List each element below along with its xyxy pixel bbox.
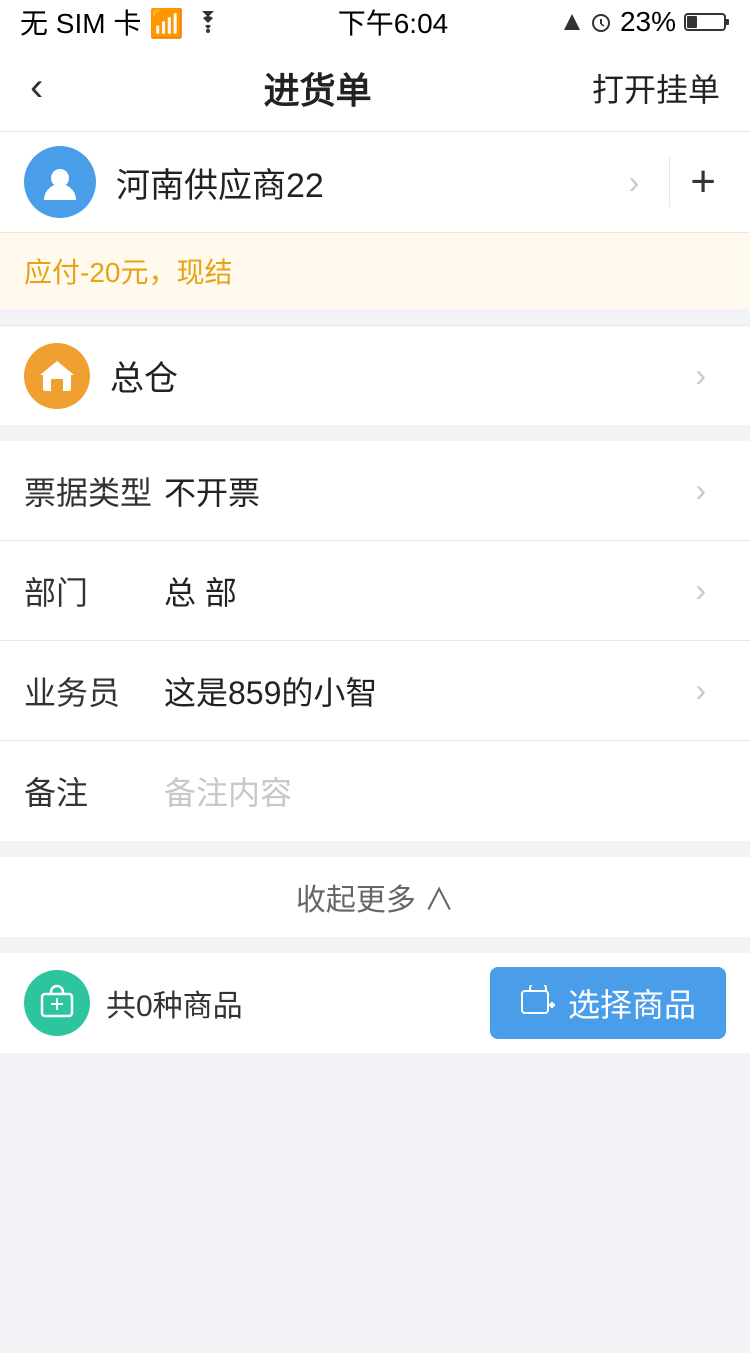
- divider: [669, 157, 670, 207]
- bottom-bar: 共0种商品 选择商品: [0, 953, 750, 1053]
- collapse-button[interactable]: 收起更多 ∧: [0, 857, 750, 937]
- supplier-row[interactable]: 河南供应商22 › +: [0, 132, 750, 232]
- remark-row[interactable]: 备注 备注内容: [0, 741, 750, 841]
- invoice-chevron-icon: ›: [695, 472, 706, 509]
- remark-input[interactable]: 备注内容: [164, 768, 726, 814]
- dept-chevron-icon: ›: [695, 572, 706, 609]
- page-title: 进货单: [264, 62, 372, 114]
- supplier-section: 河南供应商22 › + 应付-20元，现结: [0, 132, 750, 309]
- warehouse-chevron-icon: ›: [695, 357, 706, 394]
- dept-value: 总 部: [164, 568, 695, 614]
- gray-area: [0, 1053, 750, 1353]
- select-btn-label: 选择商品: [568, 980, 696, 1026]
- remark-label: 备注: [24, 768, 164, 814]
- supplier-avatar: [24, 146, 96, 218]
- battery-label: 23%: [620, 6, 676, 38]
- sim-wifi-label: 无 SIM 卡 📶: [20, 2, 184, 42]
- alarm-icon: [590, 11, 612, 33]
- product-count-wrap: 共0种商品: [24, 970, 243, 1036]
- product-count-text: 共0种商品: [106, 981, 243, 1025]
- main-content: 河南供应商22 › + 应付-20元，现结 总仓 › 票据类型 不开票: [0, 132, 750, 1353]
- back-button[interactable]: ‹: [30, 65, 43, 110]
- collapse-label: 收起更多 ∧: [296, 875, 454, 919]
- sales-chevron-icon: ›: [695, 672, 706, 709]
- invoice-row[interactable]: 票据类型 不开票 ›: [0, 441, 750, 541]
- notice-text: 应付-20元，现结: [24, 257, 232, 288]
- product-count-icon: [24, 970, 90, 1036]
- select-product-button[interactable]: 选择商品: [490, 967, 726, 1039]
- warehouse-section: 总仓 ›: [0, 325, 750, 425]
- status-right: 23%: [562, 6, 730, 38]
- select-product-icon: [520, 985, 556, 1021]
- sales-label: 业务员: [24, 668, 164, 714]
- supplier-name: 河南供应商22: [116, 158, 629, 207]
- sales-value: 这是859的小智: [164, 668, 695, 714]
- notice-banner: 应付-20元，现结: [0, 232, 750, 309]
- location-icon: [562, 12, 582, 32]
- nav-bar: ‹ 进货单 打开挂单: [0, 44, 750, 132]
- warehouse-row[interactable]: 总仓 ›: [0, 325, 750, 425]
- open-pending-button[interactable]: 打开挂单: [592, 65, 720, 111]
- add-button[interactable]: +: [680, 157, 726, 207]
- status-left: 无 SIM 卡 📶: [20, 2, 224, 42]
- invoice-value: 不开票: [164, 468, 695, 514]
- warehouse-name: 总仓: [110, 351, 695, 400]
- dept-row[interactable]: 部门 总 部 ›: [0, 541, 750, 641]
- battery-icon: [684, 11, 730, 33]
- supplier-chevron-icon: ›: [629, 164, 640, 201]
- form-section: 票据类型 不开票 › 部门 总 部 › 业务员 这是859的小智 › 备注 备注…: [0, 441, 750, 841]
- dept-label: 部门: [24, 568, 164, 614]
- warehouse-icon: [24, 343, 90, 409]
- status-bar: 无 SIM 卡 📶 下午6:04 23%: [0, 0, 750, 44]
- wifi-icon: [192, 11, 224, 33]
- sales-row[interactable]: 业务员 这是859的小智 ›: [0, 641, 750, 741]
- status-time: 下午6:04: [338, 2, 449, 42]
- invoice-label: 票据类型: [24, 468, 164, 514]
